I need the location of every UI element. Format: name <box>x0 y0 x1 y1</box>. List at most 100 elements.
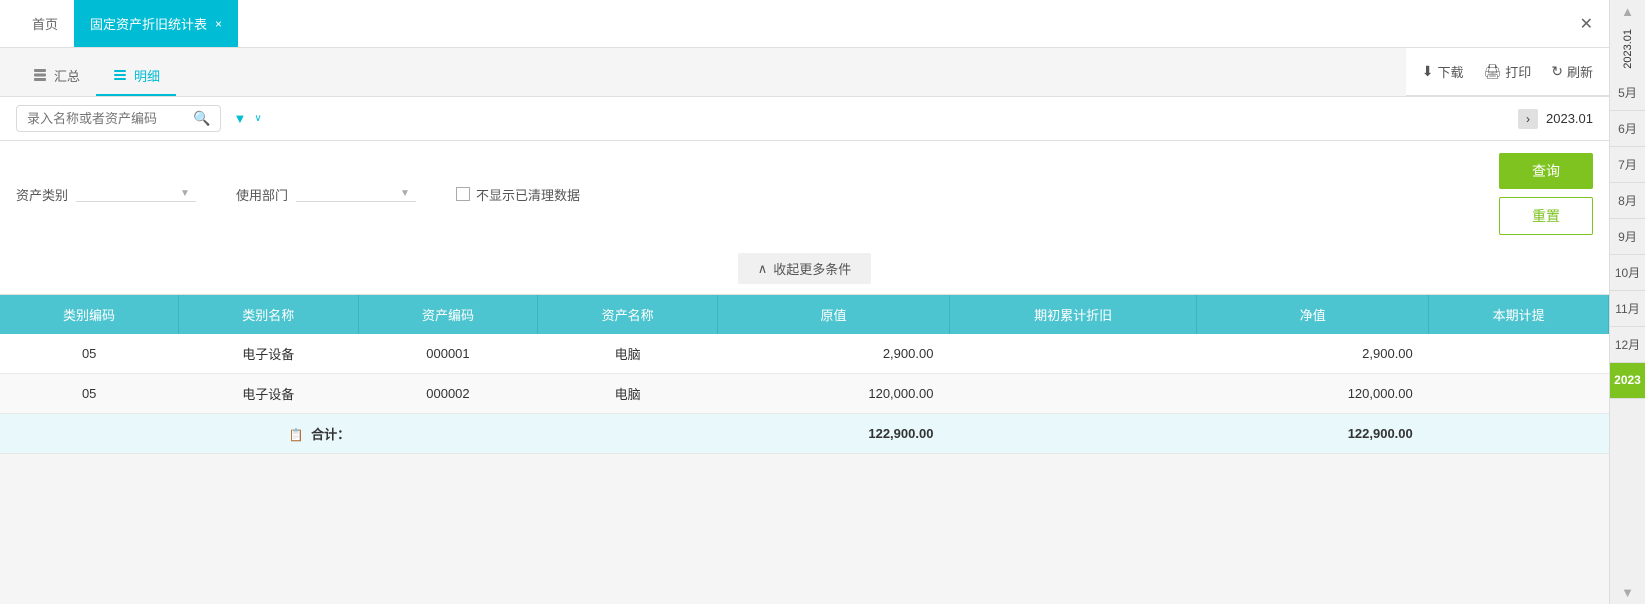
cell-current-period <box>1429 374 1609 414</box>
total-icon: 📋 <box>289 428 304 442</box>
sidebar-month-8[interactable]: 8月 <box>1610 183 1645 219</box>
search-input[interactable] <box>27 111 187 126</box>
chevron-right-icon: › <box>1526 112 1530 126</box>
sidebar-date: 2023.01 <box>1622 25 1634 73</box>
cell-category-code: 05 <box>0 374 178 414</box>
collapse-label: 收起更多条件 <box>773 259 851 278</box>
chevron-down-icon: ∨ <box>254 113 261 124</box>
tab-detail-label: 明细 <box>134 66 160 85</box>
date-display: 2023.01 <box>1546 111 1593 126</box>
filter-icon: ▼ <box>233 111 246 126</box>
cell-category-code: 05 <box>0 334 178 374</box>
cell-net-value: 120,000.00 <box>1197 374 1429 414</box>
more-conditions-button[interactable]: ▼ ∨ <box>233 111 261 126</box>
total-accum-depreciation <box>949 414 1196 454</box>
table-header-row: 类别编码 类别名称 资产编码 资产名称 原值 期初累计折旧 净值 本期计提 <box>0 295 1609 334</box>
query-button[interactable]: 查询 <box>1499 153 1593 189</box>
cell-category-name: 电子设备 <box>178 334 358 374</box>
col-accum-depreciation: 期初累计折旧 <box>949 295 1196 334</box>
print-icon: 🖨 <box>1483 63 1501 80</box>
download-icon: ⬇ <box>1422 63 1434 80</box>
top-nav: 首页 固定资产折旧统计表 × ✕ <box>0 0 1609 48</box>
sidebar-month-5[interactable]: 5月 <box>1610 75 1645 111</box>
asset-type-label: 资产类别 <box>16 185 68 204</box>
department-arrow: ▼ <box>400 188 410 199</box>
sidebar-month-10[interactable]: 10月 <box>1610 255 1645 291</box>
tab-label: 固定资产折旧统计表 <box>90 14 207 33</box>
col-asset-name: 资产名称 <box>538 295 718 334</box>
col-asset-code: 资产编码 <box>358 295 538 334</box>
search-icon[interactable]: 🔍 <box>193 110 210 127</box>
print-button[interactable]: 🖨 打印 <box>1483 62 1531 81</box>
sidebar-month-9[interactable]: 9月 <box>1610 219 1645 255</box>
nav-home[interactable]: 首页 <box>16 14 74 33</box>
search-bar: 🔍 ▼ ∨ › 2023.01 <box>0 97 1609 141</box>
cell-asset-name: 电脑 <box>538 334 718 374</box>
collapse-bar: ∧ 收起更多条件 <box>16 243 1593 294</box>
refresh-icon: ↻ <box>1551 63 1563 80</box>
sidebar-month-6[interactable]: 6月 <box>1610 111 1645 147</box>
expand-panel-button[interactable]: › <box>1518 109 1538 129</box>
hide-cleared-checkbox[interactable] <box>456 187 470 201</box>
cell-category-name: 电子设备 <box>178 374 358 414</box>
sidebar-year-2023[interactable]: 2023 <box>1610 363 1645 399</box>
asset-type-filter: 资产类别 ▼ <box>16 185 196 204</box>
refresh-button[interactable]: ↻ 刷新 <box>1551 62 1593 81</box>
tab-detail[interactable]: 明细 <box>96 56 176 96</box>
sidebar-month-12[interactable]: 12月 <box>1610 327 1645 363</box>
total-current-period <box>1429 414 1609 454</box>
filter-area: 资产类别 ▼ 使用部门 ▼ 不显示已清理数据 <box>0 141 1609 295</box>
total-original-value: 122,900.00 <box>718 414 950 454</box>
cell-original-value: 120,000.00 <box>718 374 950 414</box>
data-table-wrap: 类别编码 类别名称 资产编码 资产名称 原值 期初累计折旧 净值 本期计提 05… <box>0 295 1609 454</box>
chevron-up-icon: ∧ <box>758 261 768 277</box>
search-input-wrap[interactable]: 🔍 <box>16 105 221 132</box>
sidebar-month-7[interactable]: 7月 <box>1610 147 1645 183</box>
window-close-button[interactable]: ✕ <box>1580 14 1593 34</box>
filter-buttons: 查询 重置 <box>1499 153 1593 235</box>
sidebar-scroll-up[interactable]: ▲ <box>1617 0 1638 23</box>
sidebar-month-11[interactable]: 11月 <box>1610 291 1645 327</box>
tab-summary[interactable]: 汇总 <box>16 56 96 96</box>
cell-asset-code: 000001 <box>358 334 538 374</box>
table-row: 05 电子设备 000002 电脑 120,000.00 120,000.00 <box>0 374 1609 414</box>
table-row: 05 电子设备 000001 电脑 2,900.00 2,900.00 <box>0 334 1609 374</box>
col-net-value: 净值 <box>1197 295 1429 334</box>
active-tab[interactable]: 固定资产折旧统计表 × <box>74 0 238 47</box>
asset-type-select[interactable]: ▼ <box>76 186 196 202</box>
tab-close-icon[interactable]: × <box>215 17 222 31</box>
hide-cleared-label: 不显示已清理数据 <box>476 185 580 204</box>
refresh-label: 刷新 <box>1567 62 1593 81</box>
cell-accum-depreciation <box>949 334 1196 374</box>
department-filter: 使用部门 ▼ <box>236 185 416 204</box>
download-button[interactable]: ⬇ 下载 <box>1422 62 1464 81</box>
department-select[interactable]: ▼ <box>296 186 416 202</box>
list-icon <box>112 67 128 83</box>
print-label: 打印 <box>1505 62 1531 81</box>
cell-asset-code: 000002 <box>358 374 538 414</box>
right-sidebar: ▲ 2023.01 5月 6月 7月 8月 9月 10月 11月 12月 202… <box>1609 0 1645 604</box>
department-label: 使用部门 <box>236 185 288 204</box>
col-current-period: 本期计提 <box>1429 295 1609 334</box>
cell-current-period <box>1429 334 1609 374</box>
total-empty1 <box>358 414 538 454</box>
col-category-name: 类别名称 <box>178 295 358 334</box>
total-label-cell: 📋 合计： <box>0 414 358 454</box>
col-category-code: 类别编码 <box>0 295 178 334</box>
total-label: 合计： <box>311 427 350 442</box>
collapse-button[interactable]: ∧ 收起更多条件 <box>738 253 872 284</box>
data-table: 类别编码 类别名称 资产编码 资产名称 原值 期初累计折旧 净值 本期计提 05… <box>0 295 1609 454</box>
cell-asset-name: 电脑 <box>538 374 718 414</box>
col-original-value: 原值 <box>718 295 950 334</box>
cell-net-value: 2,900.00 <box>1197 334 1429 374</box>
asset-type-arrow: ▼ <box>180 188 190 199</box>
cell-original-value: 2,900.00 <box>718 334 950 374</box>
hide-cleared-group[interactable]: 不显示已清理数据 <box>456 185 580 204</box>
reset-button[interactable]: 重置 <box>1499 197 1593 235</box>
sidebar-scroll-down[interactable]: ▼ <box>1617 581 1638 604</box>
cell-accum-depreciation <box>949 374 1196 414</box>
layers-icon <box>32 67 48 83</box>
total-empty2 <box>538 414 718 454</box>
tab-summary-label: 汇总 <box>54 66 80 85</box>
download-label: 下载 <box>1437 62 1463 81</box>
